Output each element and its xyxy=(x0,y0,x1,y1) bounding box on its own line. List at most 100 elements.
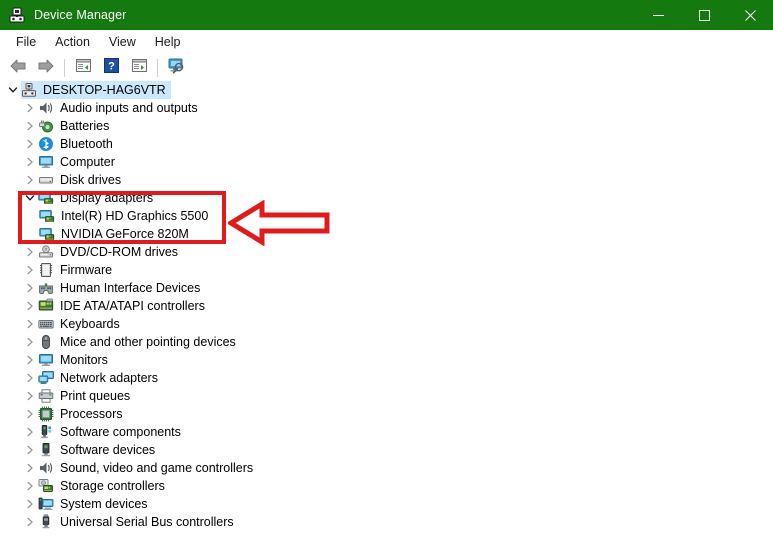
chevron-right-icon[interactable] xyxy=(22,477,38,495)
tree-item-label: Monitors xyxy=(60,353,108,367)
tree-item-display-adapters[interactable]: Display adapters xyxy=(0,189,773,207)
tree-item-label: Firmware xyxy=(60,263,113,277)
help-question-icon: ? xyxy=(103,58,119,78)
tree-item-firmware[interactable]: Firmware xyxy=(0,261,773,279)
tree-item-label: Human Interface Devices xyxy=(60,281,201,295)
toolbar-separator-2 xyxy=(157,59,158,77)
chevron-right-icon[interactable] xyxy=(22,117,38,135)
chevron-right-icon[interactable] xyxy=(22,459,38,477)
hid-icon xyxy=(38,280,54,296)
ide-controller-icon xyxy=(38,298,54,314)
chevron-right-icon[interactable] xyxy=(22,351,38,369)
tree-item-print-queues[interactable]: Print queues xyxy=(0,387,773,405)
keyboard-icon xyxy=(38,316,54,332)
chevron-right-icon[interactable] xyxy=(22,297,38,315)
menu-view[interactable]: View xyxy=(100,32,145,52)
tree-item-label: System devices xyxy=(60,497,148,511)
tree-item-root[interactable]: DESKTOP-HAG6VTR xyxy=(0,81,773,99)
chevron-right-icon[interactable] xyxy=(22,495,38,513)
chevron-right-icon[interactable] xyxy=(22,333,38,351)
menu-help[interactable]: Help xyxy=(146,32,190,52)
monitor-icon xyxy=(38,352,54,368)
svg-text:?: ? xyxy=(108,61,115,73)
tree-item-label: Display adapters xyxy=(60,191,154,205)
chevron-right-icon[interactable] xyxy=(22,135,38,153)
tree-item-network-adapters[interactable]: Network adapters xyxy=(0,369,773,387)
mouse-icon xyxy=(38,334,54,350)
tree-item-dvd-cd-rom-drives[interactable]: DVD/CD-ROM drives xyxy=(0,243,773,261)
tree-item-label: DVD/CD-ROM drives xyxy=(60,245,179,259)
menu-file[interactable]: File xyxy=(7,32,45,52)
forward-button[interactable] xyxy=(33,57,59,79)
tree-item-label: NVIDIA GeForce 820M xyxy=(61,227,189,241)
window-controls xyxy=(635,0,773,30)
tree-item-intel-hd-graphics-5500[interactable]: Intel(R) HD Graphics 5500 xyxy=(0,207,773,225)
bluetooth-icon xyxy=(38,136,54,152)
maximize-button[interactable] xyxy=(681,0,727,30)
tree-item-human-interface-devices[interactable]: Human Interface Devices xyxy=(0,279,773,297)
tree-item-disk-drives[interactable]: Disk drives xyxy=(0,171,773,189)
menu-action[interactable]: Action xyxy=(46,32,99,52)
back-arrow-icon xyxy=(9,58,27,79)
tree-item-software-components[interactable]: Software components xyxy=(0,423,773,441)
tree-item-label: Storage controllers xyxy=(60,479,165,493)
scan-hardware-button[interactable] xyxy=(163,57,189,79)
chevron-right-icon[interactable] xyxy=(22,243,38,261)
tree-item-storage-controllers[interactable]: Storage controllers xyxy=(0,477,773,495)
window-title: Device Manager xyxy=(34,8,127,22)
chevron-right-icon[interactable] xyxy=(22,99,38,117)
usb-icon xyxy=(38,514,54,530)
display-adapter-icon xyxy=(39,208,55,224)
chevron-down-icon[interactable] xyxy=(5,81,21,99)
tree-item-label: Software devices xyxy=(60,443,156,457)
tree-item-label: Processors xyxy=(60,407,123,421)
tree-item-label: Print queues xyxy=(60,389,131,403)
chevron-right-icon[interactable] xyxy=(22,171,38,189)
chevron-right-icon[interactable] xyxy=(22,405,38,423)
tree-item-bluetooth[interactable]: Bluetooth xyxy=(0,135,773,153)
tree-item-label: Keyboards xyxy=(60,317,120,331)
display-adapter-icon xyxy=(39,226,55,242)
tree-item-label: Network adapters xyxy=(60,371,158,385)
tree-item-mice-and-other-pointing-devices[interactable]: Mice and other pointing devices xyxy=(0,333,773,351)
tree-item-software-devices[interactable]: Software devices xyxy=(0,441,773,459)
close-button[interactable] xyxy=(727,0,773,30)
chevron-right-icon[interactable] xyxy=(22,369,38,387)
update-driver-button[interactable] xyxy=(126,57,152,79)
title-bar: Device Manager xyxy=(0,0,773,30)
tree-item-keyboards[interactable]: Keyboards xyxy=(0,315,773,333)
tree-item-label: Audio inputs and outputs xyxy=(60,101,198,115)
tree-item-ide-ata-atapi-controllers[interactable]: IDE ATA/ATAPI controllers xyxy=(0,297,773,315)
processor-icon xyxy=(38,406,54,422)
properties-button[interactable] xyxy=(70,57,96,79)
system-device-icon xyxy=(38,496,54,512)
tree-item-system-devices[interactable]: System devices xyxy=(0,495,773,513)
device-tree[interactable]: DESKTOP-HAG6VTR Audio inputs and outputs xyxy=(0,81,773,542)
tree-item-computer[interactable]: Computer xyxy=(0,153,773,171)
chevron-right-icon[interactable] xyxy=(22,387,38,405)
chevron-right-icon[interactable] xyxy=(22,153,38,171)
tree-item-sound-video-and-game-controllers[interactable]: Sound, video and game controllers xyxy=(0,459,773,477)
minimize-button[interactable] xyxy=(635,0,681,30)
chevron-right-icon[interactable] xyxy=(22,261,38,279)
monitor-icon xyxy=(38,154,54,170)
help-button[interactable]: ? xyxy=(98,57,124,79)
tree-item-label: Intel(R) HD Graphics 5500 xyxy=(61,209,209,223)
chevron-right-icon[interactable] xyxy=(22,315,38,333)
chevron-down-icon[interactable] xyxy=(22,189,38,207)
disk-drive-icon xyxy=(38,172,54,188)
tree-item-monitors[interactable]: Monitors xyxy=(0,351,773,369)
chevron-right-icon[interactable] xyxy=(22,279,38,297)
back-button[interactable] xyxy=(5,57,31,79)
tree-item-label: Sound, video and game controllers xyxy=(60,461,254,475)
tree-item-label: Batteries xyxy=(60,119,110,133)
tree-item-batteries[interactable]: Batteries xyxy=(0,117,773,135)
tree-item-universal-serial-bus-controllers[interactable]: Universal Serial Bus controllers xyxy=(0,513,773,531)
tree-item-nvidia-geforce-820m[interactable]: NVIDIA GeForce 820M xyxy=(0,225,773,243)
chevron-right-icon[interactable] xyxy=(22,513,38,531)
chevron-right-icon[interactable] xyxy=(22,441,38,459)
tree-item-processors[interactable]: Processors xyxy=(0,405,773,423)
tree-item-audio-inputs-and-outputs[interactable]: Audio inputs and outputs xyxy=(0,99,773,117)
chevron-right-icon[interactable] xyxy=(22,423,38,441)
tree-item-label: IDE ATA/ATAPI controllers xyxy=(60,299,205,313)
